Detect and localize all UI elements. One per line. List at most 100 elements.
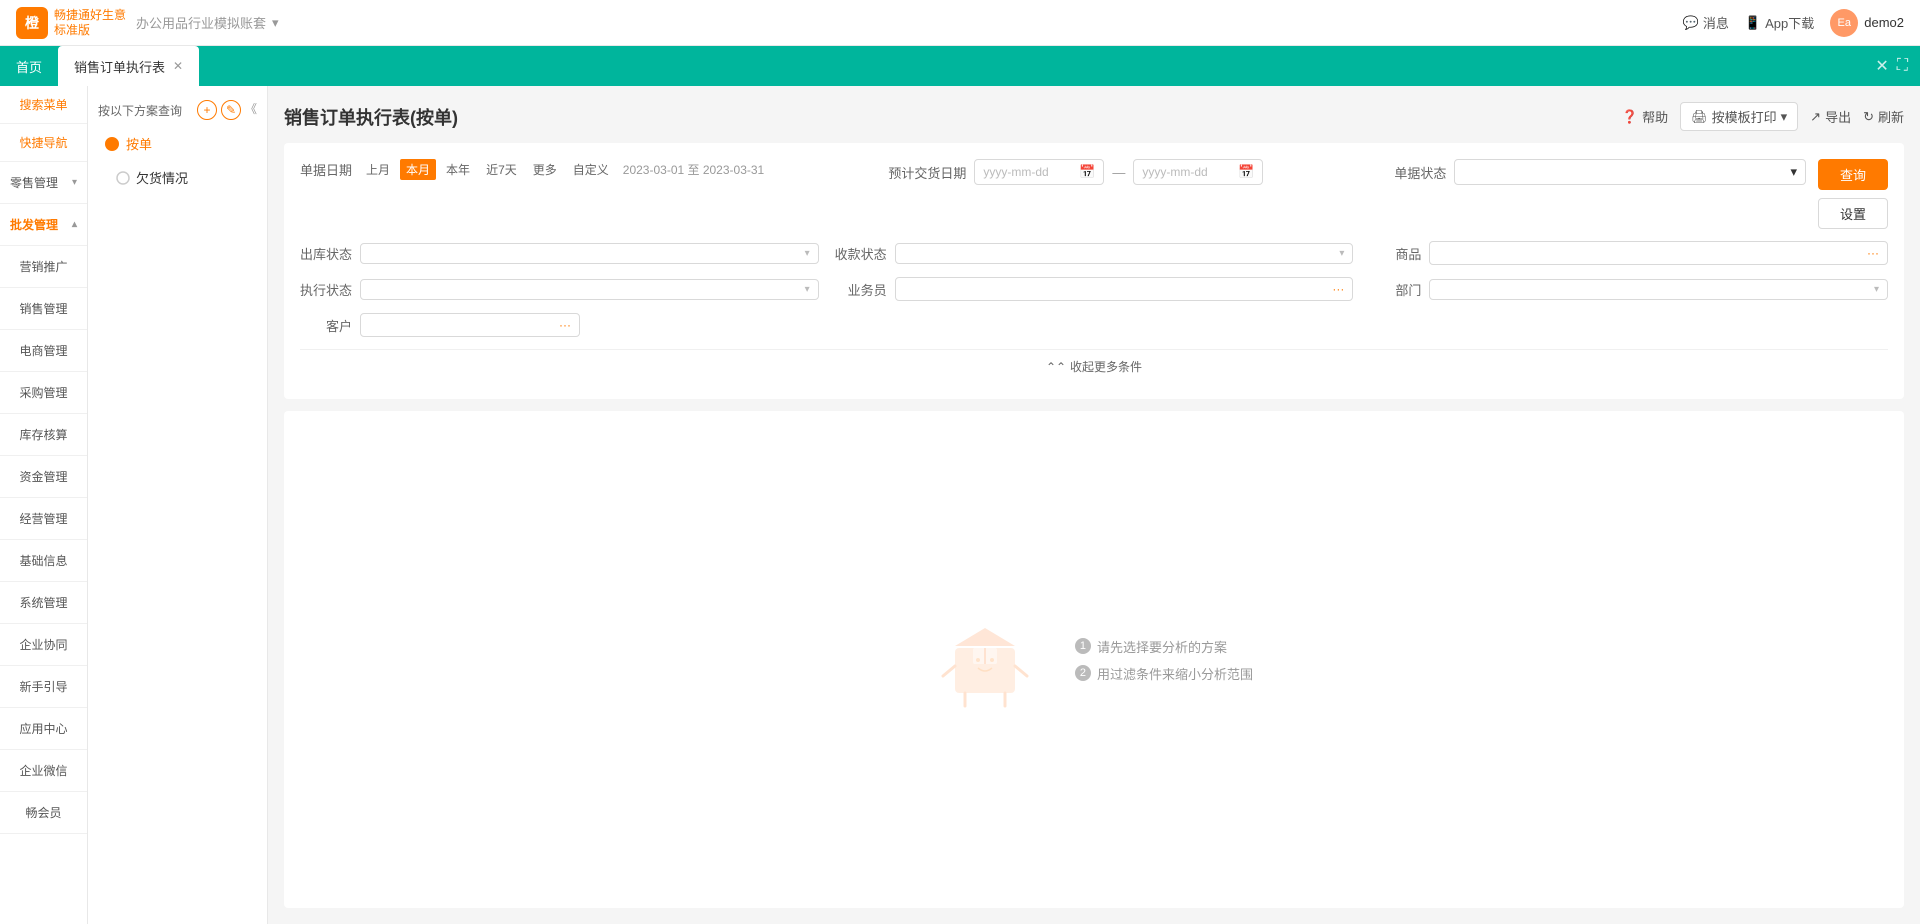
tab-expand-icon[interactable]: ⛶ <box>1897 57 1908 75</box>
customer-input[interactable]: ··· <box>360 313 580 337</box>
salesperson-input[interactable]: ··· <box>895 277 1354 301</box>
sidebar-item-system[interactable]: 系统管理 <box>0 582 87 624</box>
message-button[interactable]: 💬 消息 <box>1683 13 1729 32</box>
tab-home[interactable]: 首页 <box>0 46 58 86</box>
sidebar-item-inventory[interactable]: 库存核算 <box>0 414 87 456</box>
department-select[interactable]: ▾ <box>1429 279 1888 300</box>
message-icon: 💬 <box>1683 15 1699 31</box>
exec-status-label: 执行状态 <box>300 280 352 299</box>
chevron-down-icon: ▾ <box>72 177 77 188</box>
status-group: 单据状态 ▾ <box>1394 159 1806 185</box>
template-print-button[interactable]: 🖨 按模板打印 ▾ <box>1680 102 1798 131</box>
expected-date-group: 预计交货日期 yyyy-mm-dd 📅 — yyyy-mm-dd 📅 <box>888 159 1382 185</box>
sidebar-item-appstore[interactable]: 应用中心 <box>0 708 87 750</box>
filter-collapse-bar[interactable]: ⌃⌃ 收起更多条件 <box>300 349 1888 383</box>
customer-dots-icon: ··· <box>559 318 571 332</box>
sidebar-item-ecommerce[interactable]: 电商管理 <box>0 330 87 372</box>
date-shortcut-more[interactable]: 更多 <box>527 159 563 180</box>
tab-close-window-icon[interactable]: ✕ <box>1875 56 1888 76</box>
expected-date-start[interactable]: yyyy-mm-dd 📅 <box>974 159 1104 185</box>
sidebar-item-sales[interactable]: 销售管理 <box>0 288 87 330</box>
date-shortcut-thisyear[interactable]: 本年 <box>440 159 476 180</box>
department-arrow: ▾ <box>1874 284 1879 295</box>
tip-2-number: 2 <box>1075 665 1091 681</box>
sidebar-item-basic[interactable]: 基础信息 <box>0 540 87 582</box>
scheme-add-button[interactable]: + <box>197 100 217 120</box>
sidebar-item-member[interactable]: 畅会员 <box>0 792 87 834</box>
sidebar-item-retail[interactable]: 零售管理 ▾ <box>0 162 87 204</box>
app-download-button[interactable]: 📱 App下载 <box>1745 13 1814 32</box>
empty-tip-2: 2 用过滤条件来缩小分析范围 <box>1075 664 1253 683</box>
out-status-label: 出库状态 <box>300 244 352 263</box>
salesperson-group: 业务员 ··· <box>835 277 1354 301</box>
tab-sales-exec[interactable]: 销售订单执行表 ✕ <box>58 46 199 86</box>
query-button[interactable]: 查询 <box>1818 159 1888 190</box>
collect-status-group: 收款状态 ▾ <box>835 243 1354 264</box>
export-button[interactable]: ↗ 导出 <box>1810 107 1851 126</box>
date-shortcuts: 上月 本月 本年 近7天 更多 自定义 <box>360 159 615 180</box>
exec-status-select[interactable]: ▾ <box>360 279 819 300</box>
scheme-edit-button[interactable]: ✎ <box>221 100 241 120</box>
date-shortcut-7days[interactable]: 近7天 <box>480 159 523 180</box>
out-status-arrow: ▾ <box>805 248 810 259</box>
empty-tips: 1 请先选择要分析的方案 2 用过滤条件来缩小分析范围 <box>1075 637 1253 683</box>
query-buttons: 查询 设置 <box>1818 159 1888 229</box>
expected-date-end[interactable]: yyyy-mm-dd 📅 <box>1133 159 1263 185</box>
sidebar-item-operation[interactable]: 经营管理 <box>0 498 87 540</box>
date-range-display: 2023-03-01 至 2023-03-31 <box>623 161 764 178</box>
scheme-sub-icon <box>116 171 130 185</box>
tab-close-icon[interactable]: ✕ <box>173 59 183 73</box>
breadcrumb[interactable]: 办公用品行业模拟账套 ▾ <box>136 13 279 32</box>
main-layout: 搜索菜单 快捷导航 零售管理 ▾ 批发管理 ▴ 营销推广 销售管理 电商管理 采… <box>0 86 1920 924</box>
tab-bar: 首页 销售订单执行表 ✕ ✕ ⛶ <box>0 46 1920 86</box>
sidebar-item-marketing[interactable]: 营销推广 <box>0 246 87 288</box>
sidebar-item-purchase[interactable]: 采购管理 <box>0 372 87 414</box>
exec-status-group: 执行状态 ▾ <box>300 279 819 300</box>
collect-status-select[interactable]: ▾ <box>895 243 1354 264</box>
scheme-panel: 按以下方案查询 + ✎ 《 按单 欠货情况 <box>88 86 268 924</box>
app-icon: 📱 <box>1745 15 1761 31</box>
sidebar-item-newbie[interactable]: 新手引导 <box>0 666 87 708</box>
tip-1-text: 请先选择要分析的方案 <box>1097 637 1227 656</box>
page-header: 销售订单执行表(按单) ❓ 帮助 🖨 按模板打印 ▾ ↗ 导出 <box>284 102 1904 131</box>
scheme-item-anpress[interactable]: 按单 <box>88 126 267 161</box>
sidebar-item-finance[interactable]: 资金管理 <box>0 456 87 498</box>
filter-row-3: 执行状态 ▾ 业务员 ··· 部门 <box>300 277 1888 301</box>
scheme-collapse-button[interactable]: 《 <box>245 100 257 120</box>
calendar-icon: 📅 <box>1079 164 1095 180</box>
sidebar-item-wechat[interactable]: 企业微信 <box>0 750 87 792</box>
date-filter-group: 单据日期 上月 本月 本年 近7天 更多 自定义 2023-03-01 至 20… <box>300 159 876 180</box>
status-select[interactable]: ▾ <box>1454 159 1806 185</box>
scheme-item-debt[interactable]: 欠货情况 <box>88 161 267 194</box>
sidebar-item-wholesale[interactable]: 批发管理 ▴ <box>0 204 87 246</box>
goods-group: 商品 ··· <box>1369 241 1888 265</box>
settings-button[interactable]: 设置 <box>1818 198 1888 229</box>
department-label: 部门 <box>1369 280 1421 299</box>
sidebar-item-enterprise[interactable]: 企业协同 <box>0 624 87 666</box>
logo-area: 橙 畅捷通好生意 标准版 <box>16 7 126 39</box>
refresh-button[interactable]: ↻ 刷新 <box>1863 107 1904 126</box>
sidebar-search[interactable]: 搜索菜单 <box>0 86 87 124</box>
content-area: 按以下方案查询 + ✎ 《 按单 欠货情况 <box>88 86 1920 924</box>
date-shortcut-lastmonth[interactable]: 上月 <box>360 159 396 180</box>
scheme-panel-header: 按以下方案查询 + ✎ 《 <box>88 94 267 126</box>
tab-bar-right: ✕ ⛶ <box>1875 56 1920 76</box>
collect-status-arrow: ▾ <box>1339 248 1344 259</box>
status-arrow-icon: ▾ <box>1790 164 1797 180</box>
out-status-select[interactable]: ▾ <box>360 243 819 264</box>
right-content: 销售订单执行表(按单) ❓ 帮助 🖨 按模板打印 ▾ ↗ 导出 <box>268 86 1920 924</box>
user-menu-button[interactable]: Ea demo2 <box>1830 9 1904 37</box>
sidebar-quick-nav[interactable]: 快捷导航 <box>0 124 87 162</box>
date-shortcut-thismonth[interactable]: 本月 <box>400 159 436 180</box>
goods-input[interactable]: ··· <box>1429 241 1888 265</box>
top-header: 橙 畅捷通好生意 标准版 办公用品行业模拟账套 ▾ 💬 消息 📱 App下载 E… <box>0 0 1920 46</box>
empty-tip-1: 1 请先选择要分析的方案 <box>1075 637 1253 656</box>
help-icon: ❓ <box>1622 109 1638 125</box>
out-status-group: 出库状态 ▾ <box>300 243 819 264</box>
scheme-panel-title: 按以下方案查询 <box>98 102 191 119</box>
help-button[interactable]: ❓ 帮助 <box>1622 107 1668 126</box>
logo-text: 畅捷通好生意 标准版 <box>54 8 126 37</box>
date-shortcut-custom[interactable]: 自定义 <box>567 159 615 180</box>
tip-2-text: 用过滤条件来缩小分析范围 <box>1097 664 1253 683</box>
logo-icon: 橙 <box>16 7 48 39</box>
